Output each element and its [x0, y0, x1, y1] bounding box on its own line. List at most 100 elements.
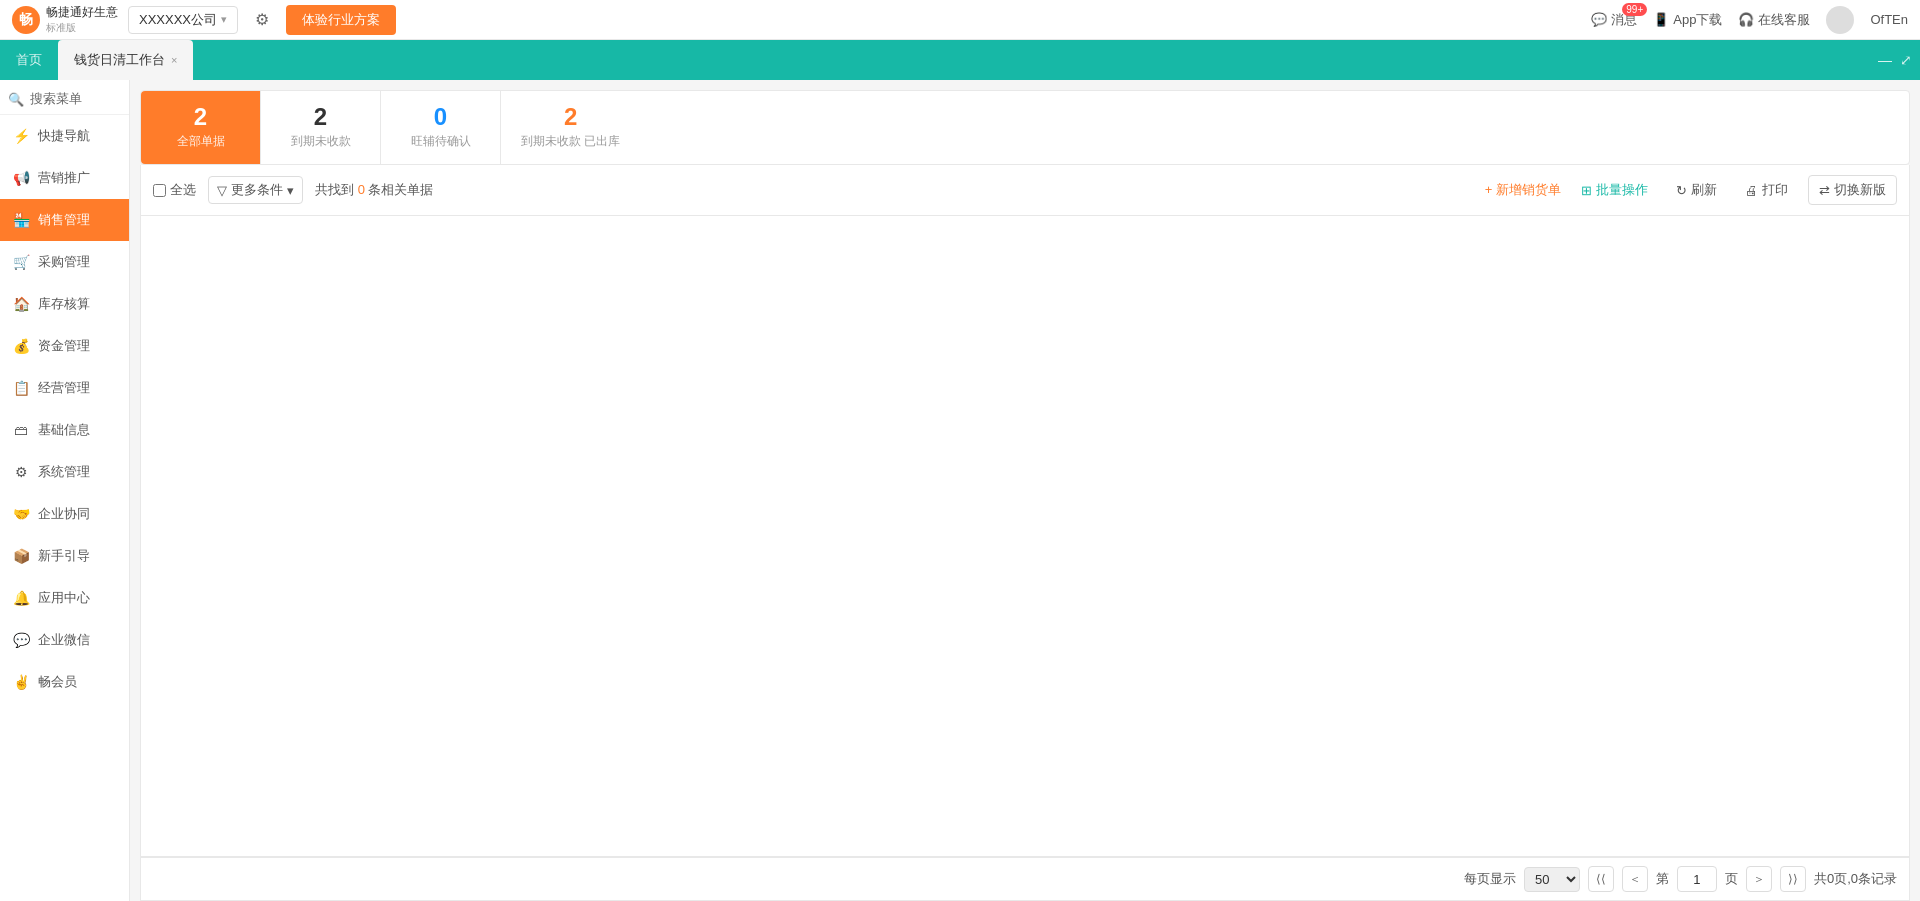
logo-text: 畅捷通好生意 标准版 — [46, 5, 118, 34]
message-button[interactable]: 💬 消息 99+ — [1591, 11, 1637, 29]
batch-icon: ⊞ — [1581, 183, 1592, 198]
print-label: 打印 — [1762, 181, 1788, 199]
service-icon: 🎧 — [1738, 12, 1754, 27]
sidebar-item-label: 畅会员 — [38, 673, 77, 691]
toolbar: 全选 ▽ 更多条件 ▾ 共找到 0 条相关单据 + 新增销货单 ⊞ — [140, 165, 1910, 216]
toolbar-left: 全选 ▽ 更多条件 ▾ 共找到 0 条相关单据 — [153, 176, 433, 204]
sidebar-item-quick-nav[interactable]: ⚡ 快捷导航 — [0, 115, 129, 157]
print-button[interactable]: 🖨 打印 — [1737, 177, 1796, 203]
stat-tab-overdue[interactable]: 2 到期未收款 — [261, 91, 381, 164]
select-all-checkbox[interactable]: 全选 — [153, 181, 196, 199]
stat-num-all: 2 — [161, 105, 240, 129]
per-page-select[interactable]: 10 20 50 100 — [1524, 867, 1580, 892]
filter-icon: ▽ — [217, 183, 227, 198]
sidebar-item-purchase[interactable]: 🛒 采购管理 — [0, 241, 129, 283]
switch-version-button[interactable]: ⇄ 切换新版 — [1808, 175, 1897, 205]
result-suffix: 条相关单据 — [368, 182, 433, 197]
sidebar-item-inventory[interactable]: 🏠 库存核算 — [0, 283, 129, 325]
member-icon: ✌ — [12, 673, 30, 691]
trial-button[interactable]: 体验行业方案 — [286, 5, 396, 35]
page-label-end: 页 — [1725, 870, 1738, 888]
app-version: 标准版 — [46, 21, 118, 34]
sidebar-item-enterprise-wechat[interactable]: 💬 企业微信 — [0, 619, 129, 661]
stat-label-pending: 旺辅待确认 — [401, 133, 480, 150]
settings-button[interactable]: ⚙ — [248, 6, 276, 34]
stat-num-overdue: 2 — [281, 105, 360, 129]
sidebar-item-app-center[interactable]: 🔔 应用中心 — [0, 577, 129, 619]
sidebar-item-system[interactable]: ⚙ 系统管理 — [0, 451, 129, 493]
tab-home[interactable]: 首页 — [0, 40, 58, 80]
print-icon: 🖨 — [1745, 183, 1758, 198]
app-download-label: App下载 — [1673, 11, 1722, 29]
top-left: 畅 畅捷通好生意 标准版 XXXXXX公司 ▾ ⚙ 体验行业方案 — [12, 5, 396, 35]
system-icon: ⚙ — [12, 463, 30, 481]
avatar-name: OfTEn — [1870, 12, 1908, 27]
sidebar-item-guide[interactable]: 📦 新手引导 — [0, 535, 129, 577]
batch-action-button[interactable]: ⊞ 批量操作 — [1573, 177, 1656, 203]
sidebar-item-finance[interactable]: 💰 资金管理 — [0, 325, 129, 367]
sidebar-item-member[interactable]: ✌ 畅会员 — [0, 661, 129, 703]
stat-tab-pending[interactable]: 0 旺辅待确认 — [381, 91, 501, 164]
sidebar-item-marketing[interactable]: 📢 营销推广 — [0, 157, 129, 199]
logo-icon: 畅 — [12, 6, 40, 34]
online-service-button[interactable]: 🎧 在线客服 — [1738, 11, 1810, 29]
operations-icon: 📋 — [12, 379, 30, 397]
marketing-icon: 📢 — [12, 169, 30, 187]
refresh-button[interactable]: ↻ 刷新 — [1668, 177, 1725, 203]
company-selector[interactable]: XXXXXX公司 ▾ — [128, 6, 238, 34]
result-text: 共找到 0 条相关单据 — [315, 181, 433, 199]
table-area — [140, 216, 1910, 857]
stat-tab-overdue-out[interactable]: 2 到期未收款 已出库 — [501, 91, 640, 164]
sidebar-item-label: 企业协同 — [38, 505, 90, 523]
tab-active[interactable]: 钱货日清工作台 × — [58, 40, 193, 80]
sidebar-item-basic-info[interactable]: 🗃 基础信息 — [0, 409, 129, 451]
sidebar-item-label: 企业微信 — [38, 631, 90, 649]
switch-label: 切换新版 — [1834, 181, 1886, 199]
sidebar-item-label: 新手引导 — [38, 547, 90, 565]
finance-icon: 💰 — [12, 337, 30, 355]
inventory-icon: 🏠 — [12, 295, 30, 313]
sidebar-item-cooperation[interactable]: 🤝 企业协同 — [0, 493, 129, 535]
maximize-icon[interactable]: ⤢ — [1900, 52, 1912, 68]
page-input[interactable] — [1677, 866, 1717, 892]
top-right: 💬 消息 99+ 📱 App下载 🎧 在线客服 OfTEn — [1591, 6, 1908, 34]
new-order-button[interactable]: + 新增销货单 — [1485, 181, 1561, 199]
sidebar-item-operations[interactable]: 📋 经营管理 — [0, 367, 129, 409]
stats-tabs: 2 全部单据 2 到期未收款 0 旺辅待确认 2 到期未收款 已出库 — [140, 90, 1910, 165]
minimize-icon[interactable]: — — [1878, 52, 1892, 68]
sidebar-item-label: 系统管理 — [38, 463, 90, 481]
logo-area: 畅 畅捷通好生意 标准版 — [12, 5, 118, 34]
sidebar: 🔍 搜索菜单 ⚡ 快捷导航 📢 营销推广 🏪 销售管理 🛒 采购管理 🏠 库存核… — [0, 80, 130, 901]
filter-button[interactable]: ▽ 更多条件 ▾ — [208, 176, 303, 204]
pagination-bar: 每页显示 10 20 50 100 ⟨⟨ ＜ 第 页 ＞ ⟩⟩ 共0页,0条记录 — [140, 857, 1910, 901]
result-prefix: 共找到 — [315, 182, 354, 197]
prev-page-button[interactable]: ＜ — [1622, 866, 1648, 892]
cooperation-icon: 🤝 — [12, 505, 30, 523]
sidebar-item-sales[interactable]: 🏪 销售管理 — [0, 199, 129, 241]
app-download-button[interactable]: 📱 App下载 — [1653, 11, 1722, 29]
stat-tab-all[interactable]: 2 全部单据 — [141, 91, 261, 164]
last-page-button[interactable]: ⟩⟩ — [1780, 866, 1806, 892]
close-tab-icon[interactable]: × — [171, 54, 177, 66]
guide-icon: 📦 — [12, 547, 30, 565]
home-tab-label: 首页 — [16, 51, 42, 69]
basic-info-icon: 🗃 — [12, 421, 30, 439]
tab-bar-actions: — ⤢ — [1878, 52, 1912, 68]
chevron-down-icon: ▾ — [287, 183, 294, 198]
search-menu-button[interactable]: 🔍 搜索菜单 — [0, 80, 129, 115]
refresh-icon: ↻ — [1676, 183, 1687, 198]
avatar[interactable] — [1826, 6, 1854, 34]
per-page-label: 每页显示 — [1464, 870, 1516, 888]
select-all-input[interactable] — [153, 184, 166, 197]
chevron-down-icon: ▾ — [221, 13, 227, 26]
switch-icon: ⇄ — [1819, 183, 1830, 198]
stat-label-all: 全部单据 — [161, 133, 240, 150]
first-page-button[interactable]: ⟨⟨ — [1588, 866, 1614, 892]
enterprise-wechat-icon: 💬 — [12, 631, 30, 649]
sidebar-item-label: 应用中心 — [38, 589, 90, 607]
next-page-button[interactable]: ＞ — [1746, 866, 1772, 892]
stat-num-overdue-out: 2 — [521, 105, 620, 129]
sidebar-item-label: 基础信息 — [38, 421, 90, 439]
sidebar-item-label: 采购管理 — [38, 253, 90, 271]
company-name: XXXXXX公司 — [139, 11, 217, 29]
